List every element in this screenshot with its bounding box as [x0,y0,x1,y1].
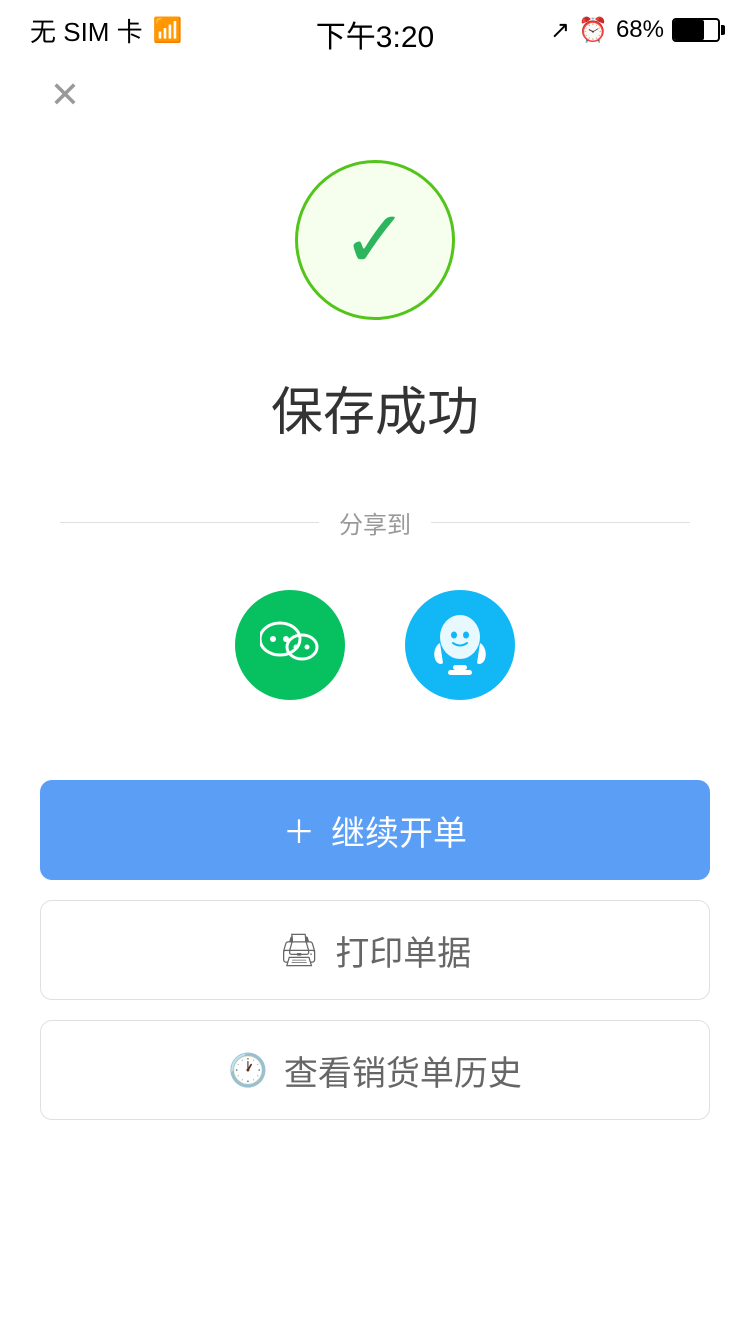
status-time: 下午3:20 [316,12,434,56]
wechat-icon [260,619,320,671]
plus-icon: ＋ [283,807,315,853]
wechat-share-button[interactable] [235,590,345,700]
status-left: 无 SIM 卡 📶 [30,12,183,49]
history-label: 查看销货单历史 [284,1046,522,1095]
success-circle: ✓ [295,160,455,320]
alarm-icon: ⏰ [578,16,608,45]
main-content: ✓ 保存成功 分享到 [0,60,750,1120]
printer-icon: 🖨 [279,931,320,969]
success-title: 保存成功 [271,370,479,445]
close-button[interactable]: ✕ [40,70,90,120]
share-label: 分享到 [319,505,431,540]
divider-right [431,522,690,523]
sim-status: 无 SIM 卡 [30,12,143,49]
print-label: 打印单据 [335,926,471,975]
wifi-icon: 📶 [153,16,183,45]
qq-share-button[interactable] [405,590,515,700]
continue-button[interactable]: ＋ 继续开单 [40,780,710,880]
divider-left [60,522,319,523]
status-right: ↗ ⏰ 68% [550,16,720,45]
clock-icon: 🕐 [228,1051,268,1089]
qq-icon [431,613,489,678]
share-icons-container [235,590,515,700]
share-divider: 分享到 [0,505,750,540]
status-bar: 无 SIM 卡 📶 下午3:20 ↗ ⏰ 68% [0,0,750,60]
print-button[interactable]: 🖨 打印单据 [40,900,710,1000]
action-buttons: ＋ 继续开单 🖨 打印单据 🕐 查看销货单历史 [0,780,750,1120]
battery-icon [672,18,720,42]
location-icon: ↗ [550,16,570,45]
checkmark-icon: ✓ [341,200,408,280]
continue-label: 继续开单 [331,806,467,855]
battery-percent: 68% [616,16,664,44]
history-button[interactable]: 🕐 查看销货单历史 [40,1020,710,1120]
close-icon: ✕ [50,77,80,113]
